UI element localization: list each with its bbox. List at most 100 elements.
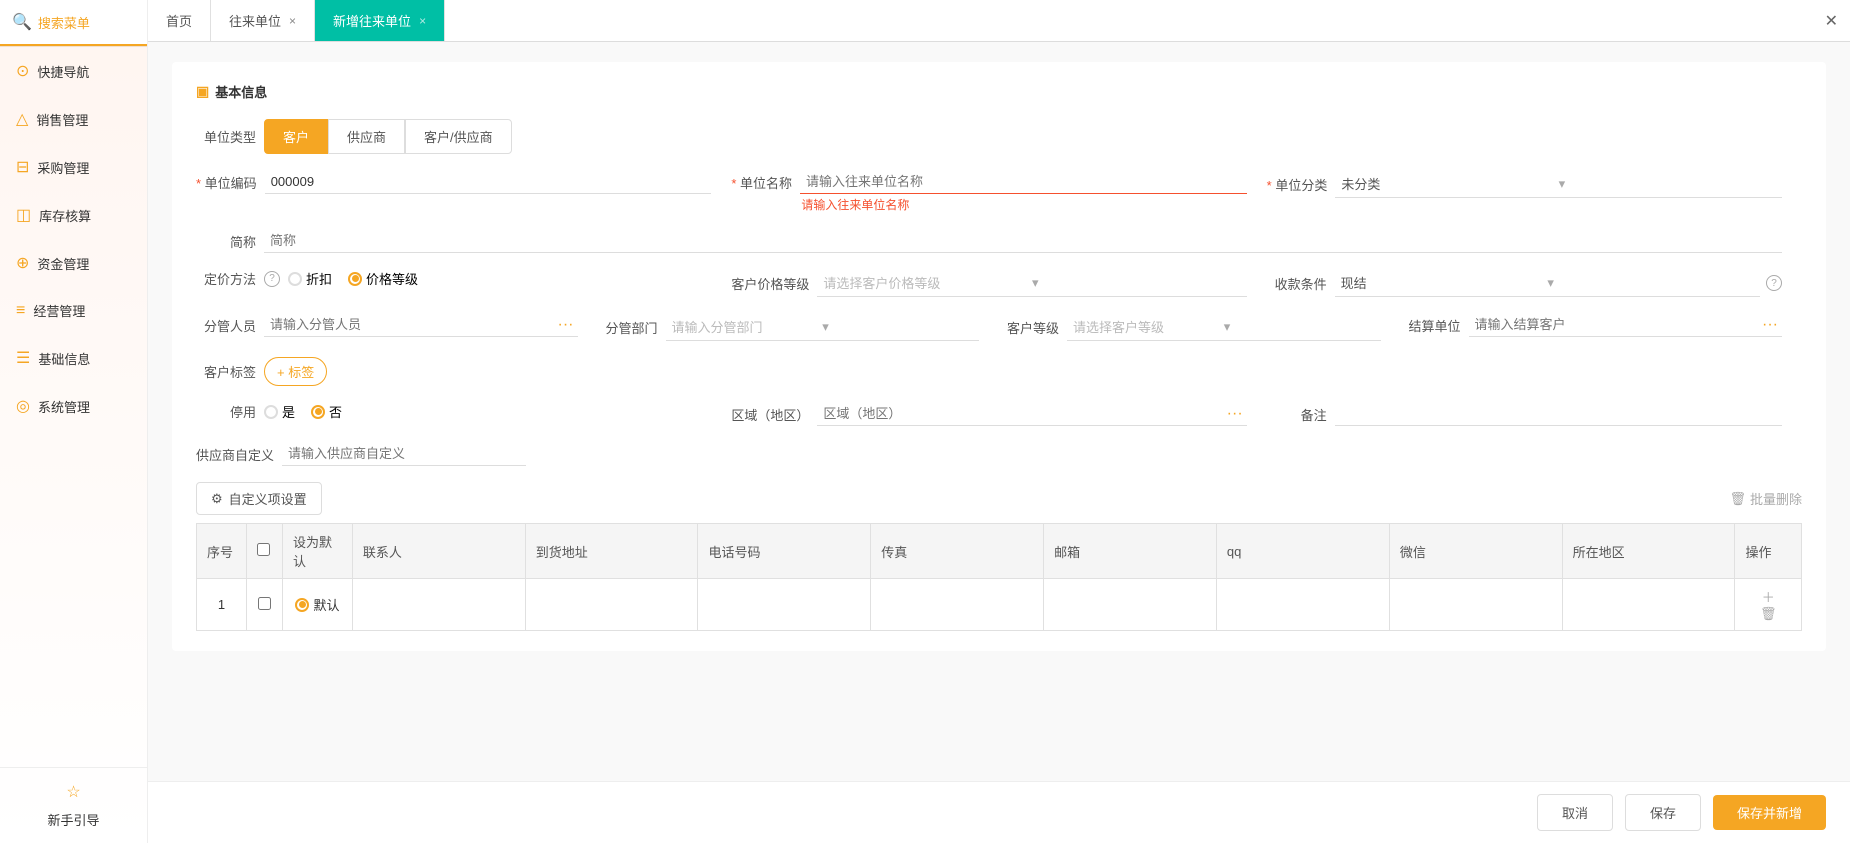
dept-placeholder: 请输入分管部门 <box>672 317 823 336</box>
pricing-method-label: 定价方法 <box>196 269 256 288</box>
cell-fax[interactable] <box>871 579 1044 631</box>
supplier-custom-label: 供应商自定义 <box>196 445 274 464</box>
unit-category-value: 未分类 <box>1341 174 1558 193</box>
customer-level-field: 客户等级 请选择客户等级 ▾ <box>999 313 1401 341</box>
cell-wechat[interactable] <box>1389 579 1562 631</box>
dropdown-arrow-3: ▾ <box>1547 275 1754 291</box>
sidebar-item-system[interactable]: ◎ 系统管理 <box>0 382 147 430</box>
unit-code-input[interactable] <box>265 170 712 194</box>
cell-address[interactable] <box>525 579 698 631</box>
region-table-input[interactable] <box>1573 597 1725 612</box>
sidebar-item-quick-nav[interactable]: ⊙ 快捷导航 <box>0 47 147 95</box>
tab-partner-list[interactable]: 往来单位 × <box>211 0 315 41</box>
supplier-custom-field: 供应商自定义 <box>196 442 546 466</box>
qq-input[interactable] <box>1227 597 1379 612</box>
row-checkbox[interactable] <box>258 597 271 610</box>
billing-unit-field: 结算单位 ··· <box>1401 313 1803 337</box>
region-more-btn[interactable]: ··· <box>1223 405 1247 423</box>
short-name-input[interactable] <box>264 229 1782 253</box>
tab-new-partner[interactable]: 新增往来单位 × <box>315 0 445 41</box>
unit-name-input[interactable] <box>800 170 1247 194</box>
email-input[interactable] <box>1054 597 1206 612</box>
billing-unit-more-btn[interactable]: ··· <box>1758 316 1782 334</box>
radio-price-level[interactable]: 价格等级 <box>348 269 418 288</box>
sidebar-item-operations[interactable]: ≡ 经营管理 <box>0 287 147 334</box>
tab-label: 首页 <box>166 11 192 30</box>
billing-unit-label: 结算单位 <box>1401 316 1461 335</box>
delete-row-btn[interactable]: 🗑 <box>1760 606 1777 621</box>
custom-settings-btn[interactable]: ⚙ 自定义项设置 <box>196 482 322 515</box>
cell-action: ＋ 🗑 <box>1735 579 1802 631</box>
remarks-input[interactable] <box>1335 402 1782 426</box>
dropdown-arrow-5: ▾ <box>1224 319 1375 335</box>
supervisor-input-group: ··· <box>264 313 578 337</box>
fax-input[interactable] <box>881 597 1033 612</box>
address-input[interactable] <box>536 597 688 612</box>
remarks-label: 备注 <box>1267 405 1327 424</box>
sidebar-item-inventory[interactable]: ◫ 库存核算 <box>0 191 147 239</box>
col-contact: 联系人 <box>352 524 525 579</box>
add-tag-btn[interactable]: + 标签 <box>264 357 327 386</box>
cell-default[interactable]: 默认 <box>283 579 353 631</box>
sidebar-item-purchase[interactable]: ⊟ 采购管理 <box>0 143 147 191</box>
tab-close-new-partner[interactable]: × <box>419 14 426 28</box>
cell-checkbox[interactable] <box>247 579 283 631</box>
search-menu[interactable]: 🔍 搜索菜单 <box>0 0 147 46</box>
select-all-checkbox[interactable] <box>257 543 270 556</box>
radio-circle-discount <box>288 272 302 286</box>
purchase-icon: ⊟ <box>16 157 29 177</box>
dropdown-arrow-2: ▾ <box>1032 275 1241 291</box>
type-btn-supplier[interactable]: 供应商 <box>328 119 405 154</box>
settings-icon: ⚙ <box>211 491 223 507</box>
radio-no[interactable]: 否 <box>311 402 342 421</box>
tab-home[interactable]: 首页 <box>148 0 211 41</box>
sidebar-label: 基础信息 <box>38 349 90 368</box>
wechat-input[interactable] <box>1400 597 1552 612</box>
add-row-btn[interactable]: ＋ <box>1762 590 1775 605</box>
sidebar-label: 库存核算 <box>39 206 91 225</box>
save-new-button[interactable]: 保存并新增 <box>1713 795 1826 830</box>
sidebar-item-finance[interactable]: ⊕ 资金管理 <box>0 239 147 287</box>
search-label: 搜索菜单 <box>38 13 90 32</box>
unit-category-field: 单位分类 未分类 ▾ <box>1267 170 1802 198</box>
supplier-custom-input[interactable] <box>282 442 526 466</box>
dept-select[interactable]: 请输入分管部门 ▾ <box>666 313 980 341</box>
pricing-help-icon[interactable]: ? <box>264 271 280 287</box>
cell-phone[interactable] <box>698 579 871 631</box>
unit-category-select[interactable]: 未分类 ▾ <box>1335 170 1782 198</box>
sidebar-item-basic-info[interactable]: ☰ 基础信息 <box>0 334 147 382</box>
payment-terms-label: 收款条件 <box>1267 274 1327 293</box>
unit-type-row: 单位类型 客户 供应商 客户/供应商 <box>196 119 1802 154</box>
cancel-button[interactable]: 取消 <box>1537 794 1613 831</box>
default-radio[interactable]: 默认 <box>293 595 342 614</box>
sidebar-item-guide[interactable]: ☆ 新手引导 <box>0 767 147 843</box>
col-no: 序号 <box>197 524 247 579</box>
save-button[interactable]: 保存 <box>1625 794 1701 831</box>
cell-qq[interactable] <box>1216 579 1389 631</box>
customer-level-select[interactable]: 请选择客户等级 ▾ <box>1067 313 1381 341</box>
sidebar-item-sales[interactable]: △ 销售管理 <box>0 95 147 143</box>
supervisor-input[interactable] <box>264 313 554 336</box>
cell-contact[interactable] <box>352 579 525 631</box>
type-btn-customer[interactable]: 客户 <box>264 119 328 154</box>
payment-terms-field: 收款条件 现结 ▾ ? <box>1267 269 1802 297</box>
basic-info-icon: ☰ <box>16 348 30 368</box>
cell-region[interactable] <box>1562 579 1735 631</box>
region-input[interactable] <box>817 402 1222 425</box>
phone-input[interactable] <box>708 597 860 612</box>
col-email: 邮箱 <box>1044 524 1217 579</box>
payment-help-icon[interactable]: ? <box>1766 275 1782 291</box>
cell-email[interactable] <box>1044 579 1217 631</box>
window-close-icon[interactable]: ✕ <box>1825 11 1838 31</box>
payment-terms-select[interactable]: 现结 ▾ <box>1335 269 1760 297</box>
contact-input[interactable] <box>363 597 515 612</box>
type-btn-both[interactable]: 客户/供应商 <box>405 119 512 154</box>
billing-unit-input[interactable] <box>1469 313 1759 336</box>
radio-yes[interactable]: 是 <box>264 402 295 421</box>
customer-price-select[interactable]: 请选择客户价格等级 ▾ <box>817 269 1246 297</box>
tab-close-partner[interactable]: × <box>289 14 296 28</box>
supervisor-more-btn[interactable]: ··· <box>554 316 578 334</box>
batch-delete-btn[interactable]: 🗑 批量删除 <box>1729 489 1802 508</box>
radio-discount[interactable]: 折扣 <box>288 269 332 288</box>
row-code-name-category: 单位编码 单位名称 请输入往来单位名称 单位分类 未分类 <box>196 170 1802 213</box>
